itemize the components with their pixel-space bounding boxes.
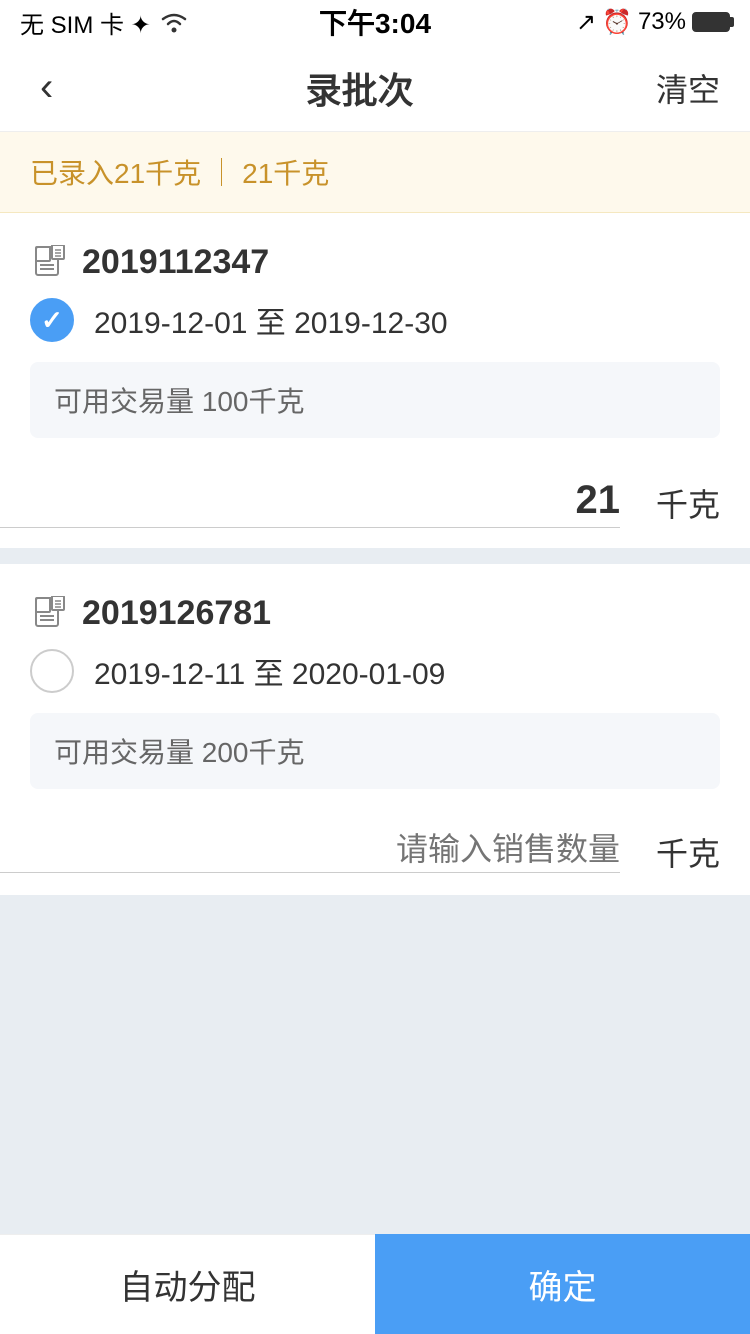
clear-button[interactable]: 清空 [656,65,720,111]
batch-1-available: 可用交易量 100千克 [30,362,720,438]
battery-percent: 73% [638,8,686,36]
auto-distribute-button[interactable]: 自动分配 [0,1234,375,1334]
section-divider-1 [0,548,750,564]
status-right: ↗ ⏰ 73% [576,8,730,37]
batch-1-quantity-container[interactable] [0,478,620,528]
status-bar: 无 SIM 卡 ✦ 下午3:04 ↗ ⏰ 73% [0,0,750,44]
batch-1-header: 2019112347 [30,243,720,282]
summary-divider [221,158,222,186]
batch-2-id: 2019126781 [82,594,271,633]
batch-2-quantity-row: 千克 [0,809,750,895]
status-time: 下午3:04 [319,2,431,42]
batch-2-icon [30,596,70,632]
batch-2-date-row[interactable]: 2019-12-11 至 2020-01-09 [30,649,720,693]
batch-2-header: 2019126781 [30,594,720,633]
batch-1-unit: 千克 [656,480,720,526]
wifi-icon [159,11,189,33]
batch-1-card: 2019112347 2019-12-01 至 2019-12-30 可用交易量… [0,213,750,458]
location-icon: ↗ [576,8,596,37]
nav-bar: ‹ 录批次 清空 [0,44,750,132]
alarm-icon: ⏰ [602,8,632,37]
batch-1-date-row[interactable]: 2019-12-01 至 2019-12-30 [30,298,720,342]
summary-banner: 已录入21千克 21千克 [0,132,750,213]
batch-1-quantity-input[interactable] [500,478,620,523]
batch-2-quantity-input[interactable] [0,831,620,868]
status-left: 无 SIM 卡 ✦ [20,5,189,40]
battery-icon [692,12,730,32]
batch-2-card: 2019126781 2019-12-11 至 2020-01-09 可用交易量… [0,564,750,809]
batch-1-icon [30,245,70,281]
sim-label: 无 SIM 卡 ✦ [20,5,151,40]
page-title: 录批次 [306,62,414,114]
recorded-label: 已录入21千克 [30,152,201,192]
total-label: 21千克 [242,152,329,192]
batch-2-input-wrap[interactable] [0,831,620,873]
batch-1-date: 2019-12-01 至 2019-12-30 [94,298,448,342]
bottom-bar: 自动分配 确定 [0,1234,750,1334]
batch-2-unit: 千克 [656,829,720,875]
confirm-button[interactable]: 确定 [375,1234,750,1334]
batch-2-available: 可用交易量 200千克 [30,713,720,789]
batch-2-radio[interactable] [30,649,74,693]
batch-1-radio[interactable] [30,298,74,342]
batch-1-id: 2019112347 [82,243,269,282]
batch-2-date: 2019-12-11 至 2020-01-09 [94,649,445,693]
batch-1-quantity-row: 千克 [0,458,750,548]
back-button[interactable]: ‹ [30,55,63,120]
